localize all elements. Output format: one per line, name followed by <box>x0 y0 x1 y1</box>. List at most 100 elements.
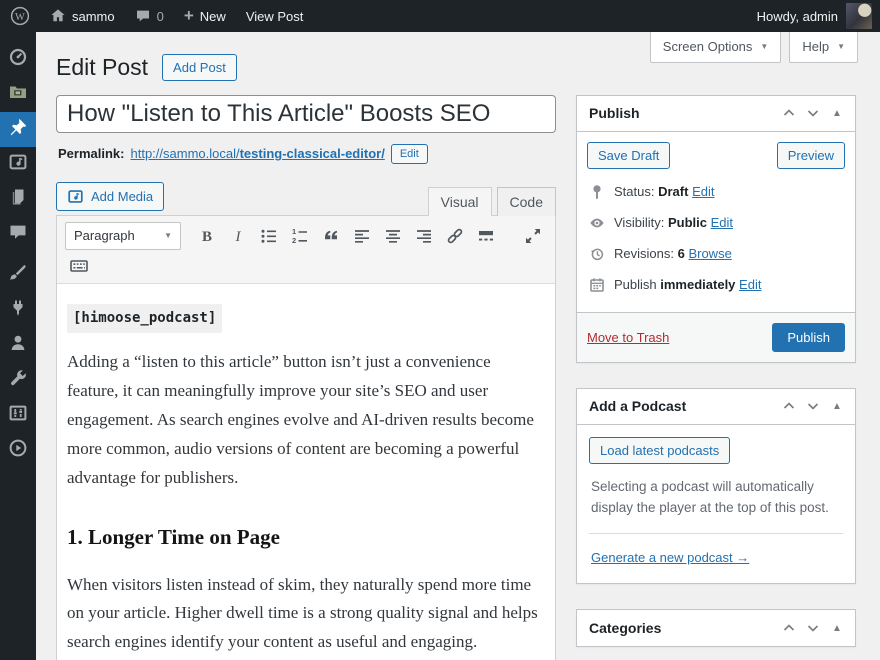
permalink-row: Permalink: http://sammo.local/testing-cl… <box>58 144 556 164</box>
edit-status-link[interactable]: Edit <box>692 184 714 199</box>
tab-code[interactable]: Code <box>497 187 556 216</box>
toggle-panel-icon[interactable]: ▲ <box>825 616 849 640</box>
revisions-row: Revisions: 6 Browse <box>589 246 843 262</box>
categories-title: Categories <box>589 620 661 636</box>
svg-text:1: 1 <box>292 227 296 236</box>
heading-1: 1. Longer Time on Page <box>67 520 545 556</box>
view-post-menu[interactable]: View Post <box>236 0 314 32</box>
link-button[interactable] <box>441 223 469 249</box>
sidebar-item-plugins[interactable] <box>0 293 36 328</box>
numbered-list-button[interactable]: 12 <box>286 223 314 249</box>
save-draft-button[interactable]: Save Draft <box>587 142 670 169</box>
sidebar-item-comments[interactable] <box>0 217 36 252</box>
podcast-metabox-header[interactable]: Add a Podcast ▲ <box>577 389 855 425</box>
visibility-row: Visibility: Public Edit <box>589 215 843 231</box>
toggle-panel-icon[interactable]: ▲ <box>825 394 849 418</box>
home-icon <box>50 8 66 24</box>
move-up-icon[interactable] <box>777 101 801 125</box>
editor-toolbar: Paragraph ▼ B I <box>57 216 555 284</box>
block-format-select[interactable]: Paragraph ▼ <box>65 222 181 250</box>
status-row: Status: Draft Edit <box>589 184 843 200</box>
site-name-label: sammo <box>72 9 115 24</box>
site-name-menu[interactable]: sammo <box>40 0 125 32</box>
metabox-column: Publish ▲ Save Draft Preview <box>576 95 856 660</box>
new-content-menu[interactable]: + New <box>174 0 236 32</box>
add-post-button[interactable]: Add Post <box>162 54 237 81</box>
move-down-icon[interactable] <box>801 101 825 125</box>
permalink-link[interactable]: http://sammo.local/testing-classical-edi… <box>130 146 384 161</box>
paragraph: Adding a “listen to this article” button… <box>67 348 545 492</box>
move-up-icon[interactable] <box>777 394 801 418</box>
admin-bar: W sammo 0 + New View Post <box>0 0 880 32</box>
align-right-button[interactable] <box>410 223 438 249</box>
screen-options-tab[interactable]: Screen Options ▼ <box>650 32 782 63</box>
bullet-list-button[interactable] <box>255 223 283 249</box>
revisions-clock-icon <box>589 246 605 262</box>
svg-text:2: 2 <box>292 236 296 245</box>
edit-schedule-link[interactable]: Edit <box>739 277 761 292</box>
sidebar-item-folders[interactable] <box>0 77 36 112</box>
wordpress-admin-screen: W sammo 0 + New View Post <box>0 0 880 660</box>
wordpress-logo-menu[interactable]: W <box>0 0 40 32</box>
fullscreen-button[interactable] <box>519 223 547 249</box>
svg-text:W: W <box>15 12 25 23</box>
sidebar-item-media[interactable] <box>0 147 36 182</box>
generate-podcast-link[interactable]: Generate a new podcast → <box>591 550 749 565</box>
help-label: Help <box>802 39 829 54</box>
my-account-menu[interactable]: Howdy, admin <box>757 3 880 29</box>
sidebar-item-users[interactable] <box>0 328 36 363</box>
sidebar-item-tools[interactable] <box>0 363 36 398</box>
move-down-icon[interactable] <box>801 394 825 418</box>
toggle-panel-icon[interactable]: ▲ <box>825 101 849 125</box>
sliders-icon <box>8 403 28 428</box>
new-label: New <box>200 9 226 24</box>
wordpress-logo-icon: W <box>10 6 30 26</box>
post-title-input[interactable] <box>56 95 556 133</box>
read-more-tag-button[interactable] <box>472 223 500 249</box>
align-center-button[interactable] <box>379 223 407 249</box>
move-up-icon[interactable] <box>777 616 801 640</box>
publish-metabox-header[interactable]: Publish ▲ <box>577 96 855 132</box>
move-down-icon[interactable] <box>801 616 825 640</box>
schedule-row: Publish immediately Edit <box>589 277 843 293</box>
pushpin-icon <box>8 117 28 142</box>
editor-mode-tabs: Visual Code <box>428 187 556 215</box>
comments-menu[interactable]: 0 <box>125 0 174 32</box>
preview-button[interactable]: Preview <box>777 142 845 169</box>
load-latest-podcasts-button[interactable]: Load latest podcasts <box>589 437 730 464</box>
svg-text:B: B <box>202 229 212 245</box>
sidebar-item-pages[interactable] <box>0 182 36 217</box>
editor-tools-row: Add Media Visual Code <box>56 182 556 215</box>
editor-content-area[interactable]: [himoose_podcast] Adding a “listen to th… <box>57 284 555 660</box>
italic-button[interactable]: I <box>224 223 252 249</box>
user-icon <box>8 333 28 358</box>
add-media-button[interactable]: Add Media <box>56 182 164 211</box>
sidebar-item-settings[interactable] <box>0 398 36 433</box>
sidebar-item-appearance[interactable] <box>0 258 36 293</box>
admin-bar-left: W sammo 0 + New View Post <box>0 0 313 32</box>
sidebar-item-dashboard[interactable] <box>0 42 36 77</box>
screen-meta-links: Screen Options ▼ Help ▼ <box>650 32 858 63</box>
blockquote-button[interactable] <box>317 223 345 249</box>
align-left-button[interactable] <box>348 223 376 249</box>
toolbar-toggle-button[interactable] <box>65 253 93 279</box>
browse-revisions-link[interactable]: Browse <box>688 246 731 261</box>
move-to-trash-link[interactable]: Move to Trash <box>587 330 669 345</box>
tab-visual[interactable]: Visual <box>428 187 492 216</box>
permalink-label: Permalink: <box>58 146 124 161</box>
paragraph: When visitors listen instead of skim, th… <box>67 571 545 658</box>
permalink-edit-button[interactable]: Edit <box>391 144 428 164</box>
edit-visibility-link[interactable]: Edit <box>711 215 733 230</box>
sidebar-item-posts[interactable] <box>0 112 36 147</box>
categories-metabox-header[interactable]: Categories ▲ <box>577 610 855 646</box>
post-status-icon <box>589 184 605 200</box>
plus-icon: + <box>184 7 194 24</box>
comment-icon <box>8 222 28 247</box>
publish-button[interactable]: Publish <box>772 323 845 352</box>
comments-count: 0 <box>157 9 164 24</box>
view-post-label: View Post <box>246 9 304 24</box>
bold-button[interactable]: B <box>193 223 221 249</box>
folder-icon <box>8 82 28 107</box>
sidebar-item-podcast[interactable] <box>0 433 36 468</box>
help-tab[interactable]: Help ▼ <box>789 32 858 63</box>
